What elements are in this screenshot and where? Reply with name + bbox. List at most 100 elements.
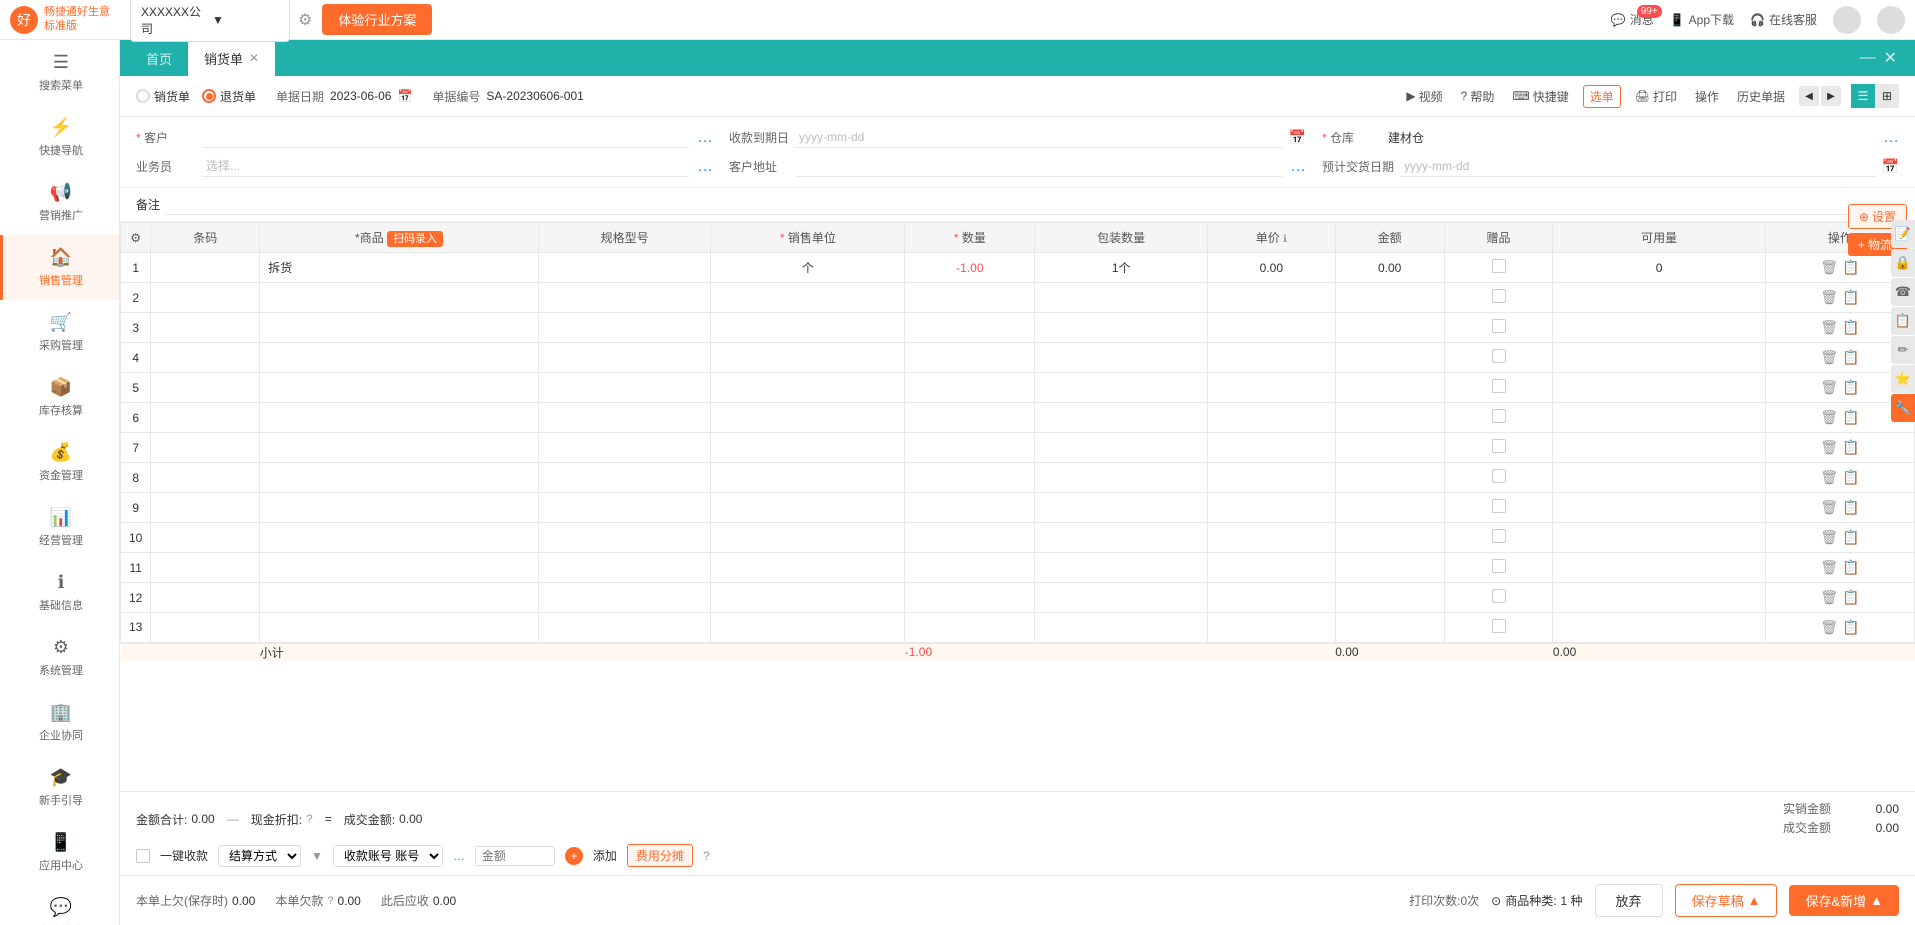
tab-sales-order[interactable]: 销货单 ✕ [188,40,275,76]
cell-unit[interactable] [711,433,905,463]
cell-gift[interactable] [1444,523,1553,553]
cell-amount[interactable] [1335,433,1444,463]
user-avatar[interactable] [1833,6,1861,34]
cell-qty[interactable] [905,283,1035,313]
cell-spec[interactable] [538,253,711,283]
gift-checkbox[interactable] [1492,289,1506,303]
history-btn[interactable]: 历史单据 [1733,86,1789,107]
operation-btn[interactable]: 操作 [1691,86,1723,107]
cell-unit[interactable]: 个 [711,253,905,283]
cell-unit-price[interactable] [1207,433,1335,463]
cell-barcode[interactable] [151,253,260,283]
sidebar-item-sales[interactable]: 🏠 销售管理 [0,235,119,300]
tab-home[interactable]: 首页 [130,40,188,76]
cell-pack-qty[interactable]: 1个 [1035,253,1208,283]
cell-product[interactable] [260,433,539,463]
cell-gift[interactable] [1444,433,1553,463]
gift-checkbox[interactable] [1492,409,1506,423]
copy-icon[interactable]: 📋 [1842,559,1859,576]
cell-product[interactable] [260,343,539,373]
cell-unit-price[interactable] [1207,553,1335,583]
radio-return-order[interactable]: 退货单 [202,88,256,105]
cell-barcode[interactable] [151,613,260,643]
trial-button[interactable]: 体验行业方案 [322,4,432,35]
cell-barcode[interactable] [151,403,260,433]
customer-addr-dots-icon[interactable]: … [1290,158,1306,176]
cell-unit[interactable] [711,493,905,523]
gift-checkbox[interactable] [1492,619,1506,633]
cell-pack-qty[interactable] [1035,313,1208,343]
video-btn[interactable]: ▶ 视频 [1402,86,1446,107]
cell-unit-price[interactable]: 0.00 [1207,253,1335,283]
message-btn[interactable]: 💬 消息 99+ [1611,11,1654,28]
cell-unit-price[interactable] [1207,313,1335,343]
copy-icon[interactable]: 📋 [1842,349,1859,366]
cell-pack-qty[interactable] [1035,283,1208,313]
window-close-icon[interactable]: ✕ [1884,48,1897,68]
sidebar-item-operation[interactable]: 📊 经营管理 [0,495,119,560]
sidebar-item-marketing[interactable]: 📢 营销推广 [0,170,119,235]
cell-qty[interactable] [905,343,1035,373]
print-btn[interactable]: 🖨 打印 [1631,86,1681,107]
grid-view-btn[interactable]: ⊞ [1875,84,1899,108]
cell-unit[interactable] [711,283,905,313]
cell-spec[interactable] [538,343,711,373]
gift-checkbox[interactable] [1492,379,1506,393]
cell-pack-qty[interactable] [1035,343,1208,373]
gift-checkbox[interactable] [1492,259,1506,273]
delete-icon[interactable]: 🗑 [1820,289,1838,306]
delete-icon[interactable]: 🗑 [1820,589,1838,606]
cell-unit-price[interactable] [1207,283,1335,313]
sidebar-item-app-center[interactable]: 📱 应用中心 [0,820,119,885]
cell-product[interactable] [260,373,539,403]
cell-barcode[interactable] [151,343,260,373]
cell-qty[interactable] [905,463,1035,493]
customer-addr-input[interactable] [795,156,1282,177]
cell-spec[interactable] [538,283,711,313]
float-star-btn[interactable]: ⭐ [1891,365,1915,393]
cell-unit-price[interactable] [1207,523,1335,553]
cell-amount[interactable] [1335,523,1444,553]
cell-gift[interactable] [1444,343,1553,373]
cell-pack-qty[interactable] [1035,433,1208,463]
cell-qty[interactable] [905,433,1035,463]
cell-spec[interactable] [538,553,711,583]
cell-barcode[interactable] [151,553,260,583]
cell-qty[interactable] [905,373,1035,403]
delete-icon[interactable]: 🗑 [1820,529,1838,546]
copy-icon[interactable]: 📋 [1842,379,1859,396]
sidebar-item-search-order[interactable]: ☰ 搜索菜单 [0,40,119,105]
tab-close-icon[interactable]: ✕ [249,51,259,65]
sidebar-item-newbie[interactable]: 🎓 新手引导 [0,755,119,820]
cell-product[interactable] [260,493,539,523]
cell-gift[interactable] [1444,283,1553,313]
cell-qty[interactable] [905,523,1035,553]
cell-qty[interactable] [905,403,1035,433]
cell-unit-price[interactable] [1207,373,1335,403]
cell-barcode[interactable] [151,523,260,553]
copy-icon[interactable]: 📋 [1842,259,1859,276]
salesperson-input[interactable] [202,156,689,177]
help-btn[interactable]: ? 帮助 [1457,86,1499,107]
delete-icon[interactable]: 🗑 [1820,499,1838,516]
cell-amount[interactable] [1335,613,1444,643]
delivery-calendar-icon[interactable]: 📅 [1882,158,1899,175]
app-download-btn[interactable]: 📱 App下载 [1670,11,1734,28]
customer-dots-icon[interactable]: … [697,129,713,147]
cell-product[interactable] [260,283,539,313]
cell-pack-qty[interactable] [1035,493,1208,523]
cell-unit[interactable] [711,523,905,553]
cell-unit-price[interactable] [1207,403,1335,433]
gift-checkbox[interactable] [1492,529,1506,543]
cell-product[interactable] [260,523,539,553]
delivery-date-input[interactable] [1400,156,1876,177]
cell-barcode[interactable] [151,463,260,493]
cell-qty[interactable] [905,583,1035,613]
list-view-btn[interactable]: ☰ [1851,84,1875,108]
cell-product[interactable]: 拆货 [260,253,539,283]
select-btn[interactable]: 选单 [1583,85,1621,108]
cell-unit[interactable] [711,343,905,373]
warehouse-dots-icon[interactable]: … [1883,129,1899,147]
float-phone-btn[interactable]: ☎ [1891,278,1915,306]
add-payment-button[interactable]: + [565,847,583,865]
